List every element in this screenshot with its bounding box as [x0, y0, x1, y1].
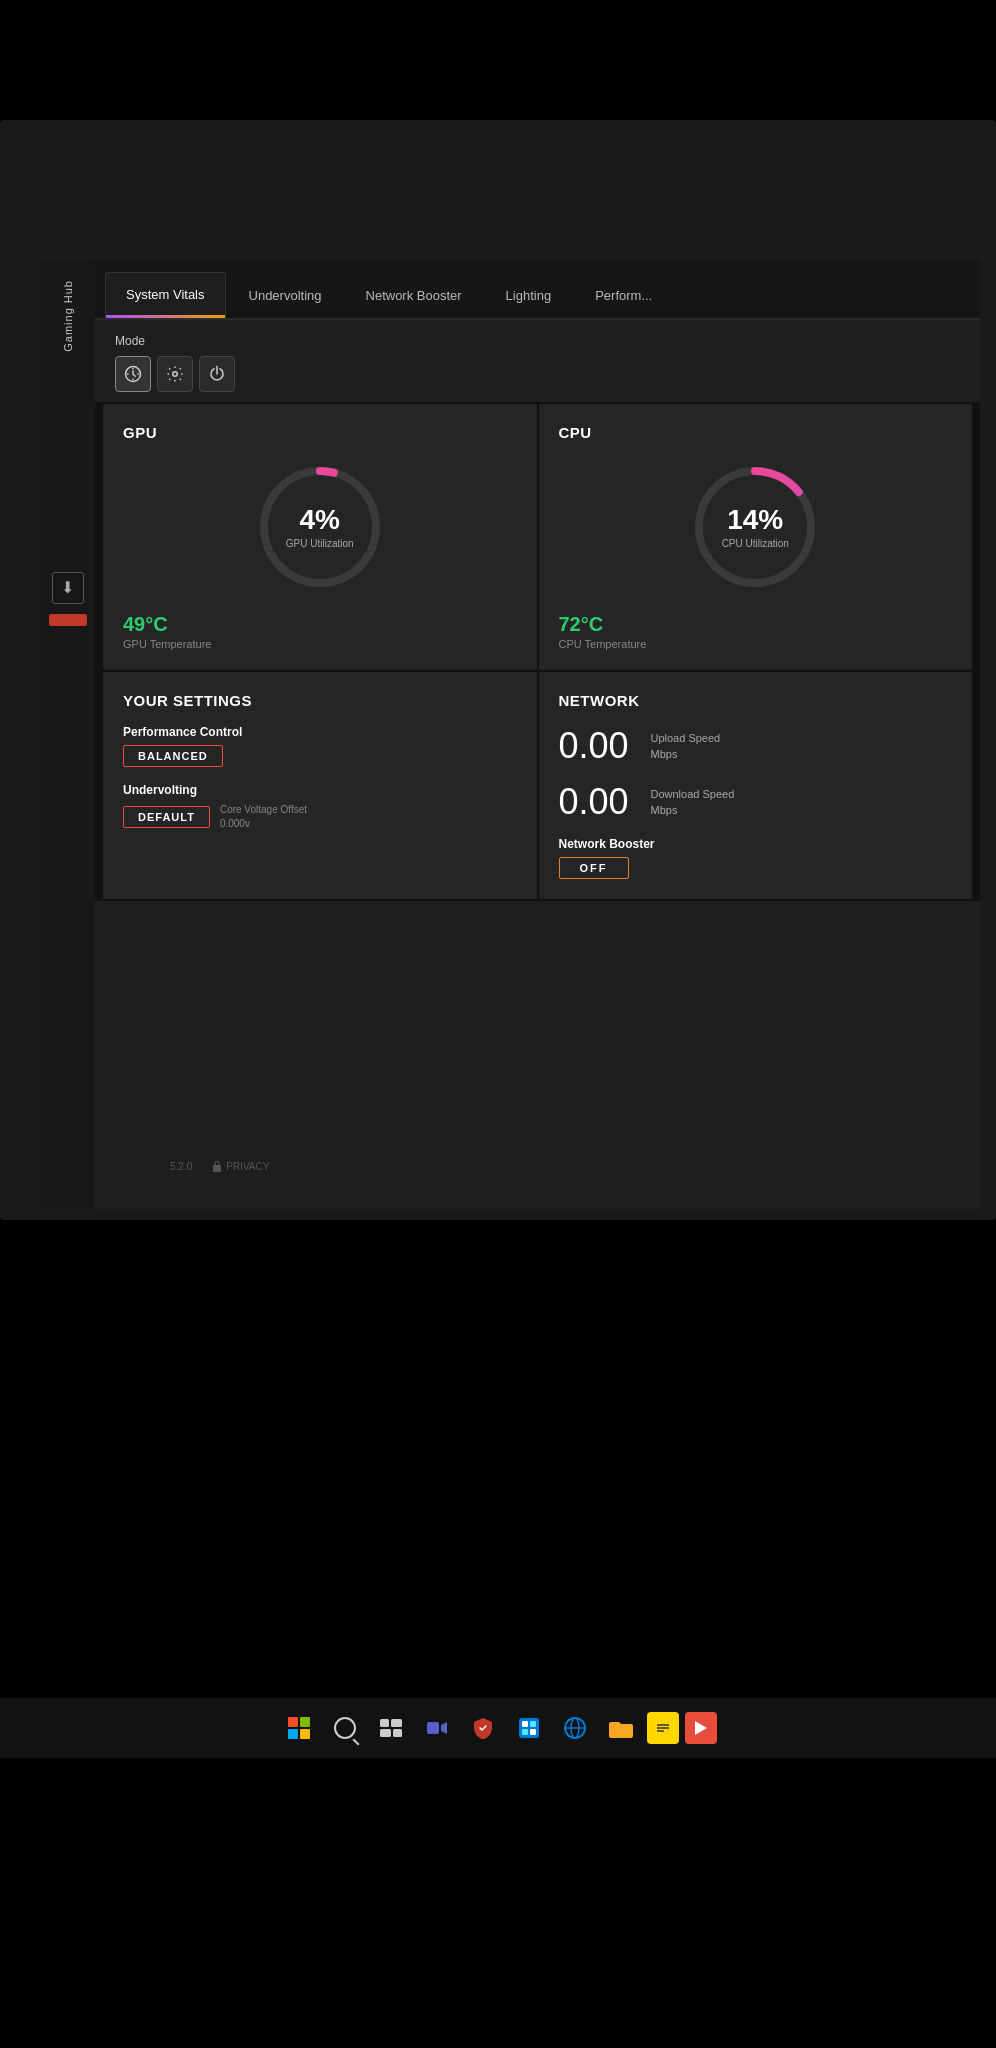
cpu-temp-value: 72°C — [559, 613, 953, 636]
svg-rect-12 — [519, 1718, 539, 1738]
svg-rect-11 — [427, 1722, 439, 1734]
main-content: System Vitals Undervolting Network Boost… — [95, 260, 980, 1210]
gpu-utilization-value: 4% — [286, 506, 354, 534]
mode-speedometer-button[interactable] — [115, 356, 151, 392]
undervolting-badge[interactable]: DEFAULT — [123, 806, 210, 828]
taskbar-game-app[interactable] — [685, 1712, 717, 1744]
tab-lighting[interactable]: Lighting — [485, 272, 573, 318]
taskbar-antivirus[interactable] — [463, 1708, 503, 1748]
svg-point-1 — [173, 372, 178, 377]
gpu-card: GPU — [103, 404, 537, 670]
tab-system-vitals[interactable]: System Vitals — [105, 272, 226, 318]
svg-rect-14 — [530, 1721, 536, 1727]
app-window: Gaming Hub ⬇ System Vitals Undervolting … — [40, 260, 980, 1210]
network-booster-status[interactable]: OFF — [559, 857, 629, 879]
taskbar-search[interactable] — [325, 1708, 365, 1748]
undervolting-label: Undervolting — [123, 783, 517, 797]
gpu-utilization-label: GPU Utilization — [286, 538, 354, 549]
mode-power-button[interactable] — [199, 356, 235, 392]
svg-rect-13 — [522, 1721, 528, 1727]
sidebar-accent-bar — [49, 614, 87, 626]
svg-rect-7 — [380, 1719, 389, 1727]
core-voltage-info: Core Voltage Offset 0.000v — [220, 803, 307, 831]
svg-rect-16 — [530, 1729, 536, 1735]
your-settings-title: YOUR SETTINGS — [123, 692, 517, 709]
tab-network-booster[interactable]: Network Booster — [345, 272, 483, 318]
performance-control-badge[interactable]: BALANCED — [123, 745, 223, 767]
upload-info: Upload Speed Mbps — [651, 730, 721, 763]
network-booster-section: Network Booster OFF — [559, 837, 953, 879]
gpu-temp-value: 49°C — [123, 613, 517, 636]
taskbar-task-view[interactable] — [371, 1708, 411, 1748]
your-settings-card: YOUR SETTINGS Performance Control BALANC… — [103, 672, 537, 899]
mode-buttons-group — [115, 356, 960, 392]
network-card: NETWORK 0.00 Upload Speed Mbps 0.00 Down… — [539, 672, 973, 899]
cards-grid: GPU — [95, 402, 980, 901]
mode-section: Mode — [95, 320, 980, 402]
taskbar-teams[interactable] — [417, 1708, 457, 1748]
svg-rect-9 — [380, 1729, 391, 1737]
svg-rect-15 — [522, 1729, 528, 1735]
taskbar-store[interactable] — [509, 1708, 549, 1748]
cpu-gauge: 14% CPU Utilization — [685, 457, 825, 597]
download-speed-value: 0.00 — [559, 781, 639, 823]
taskbar-browser[interactable] — [555, 1708, 595, 1748]
download-icon[interactable]: ⬇ — [52, 572, 84, 604]
upload-speed-value: 0.00 — [559, 725, 639, 767]
footer: 5.2.0 PRIVACY — [150, 1152, 980, 1180]
taskbar-sticky-notes[interactable] — [647, 1712, 679, 1744]
gpu-gauge-container: 4% GPU Utilization — [123, 457, 517, 597]
tab-undervolting[interactable]: Undervolting — [228, 272, 343, 318]
gpu-gauge-text: 4% GPU Utilization — [286, 506, 354, 549]
gpu-temp-label: GPU Temperature — [123, 638, 517, 650]
upload-row: 0.00 Upload Speed Mbps — [559, 725, 953, 767]
search-icon — [334, 1717, 356, 1739]
taskbar-files[interactable] — [601, 1708, 641, 1748]
taskbar — [0, 1698, 996, 1758]
gpu-gauge: 4% GPU Utilization — [250, 457, 390, 597]
svg-rect-10 — [393, 1729, 402, 1737]
top-bezel — [0, 0, 996, 120]
performance-control-item: Performance Control BALANCED — [123, 725, 517, 767]
tabs-bar: System Vitals Undervolting Network Boost… — [95, 260, 980, 320]
sidebar: Gaming Hub ⬇ — [40, 260, 95, 1210]
taskbar-windows-start[interactable] — [279, 1708, 319, 1748]
mode-label: Mode — [115, 334, 960, 348]
performance-control-label: Performance Control — [123, 725, 517, 739]
download-info: Download Speed Mbps — [651, 786, 735, 819]
mode-settings-button[interactable] — [157, 356, 193, 392]
download-row: 0.00 Download Speed Mbps — [559, 781, 953, 823]
cpu-utilization-value: 14% — [722, 506, 789, 534]
hub-label: Gaming Hub — [62, 280, 74, 352]
version-text: 5.2.0 — [170, 1161, 192, 1172]
network-booster-label: Network Booster — [559, 837, 953, 851]
cpu-gauge-text: 14% CPU Utilization — [722, 506, 789, 549]
monitor-screen: Gaming Hub ⬇ System Vitals Undervolting … — [0, 120, 996, 1220]
tab-performance[interactable]: Perform... — [574, 272, 673, 318]
undervolting-row: DEFAULT Core Voltage Offset 0.000v — [123, 803, 517, 831]
cpu-title: CPU — [559, 424, 953, 441]
cpu-temp-label: CPU Temperature — [559, 638, 953, 650]
svg-marker-24 — [695, 1721, 707, 1735]
cpu-card: CPU — [539, 404, 973, 670]
privacy-link[interactable]: PRIVACY — [212, 1160, 269, 1172]
gpu-title: GPU — [123, 424, 517, 441]
undervolting-item: Undervolting DEFAULT Core Voltage Offset… — [123, 783, 517, 831]
svg-rect-8 — [391, 1719, 402, 1727]
svg-rect-6 — [213, 1165, 221, 1172]
network-title: NETWORK — [559, 692, 953, 709]
cpu-gauge-container: 14% CPU Utilization — [559, 457, 953, 597]
bottom-bezel — [0, 1758, 996, 2048]
cpu-utilization-label: CPU Utilization — [722, 538, 789, 549]
